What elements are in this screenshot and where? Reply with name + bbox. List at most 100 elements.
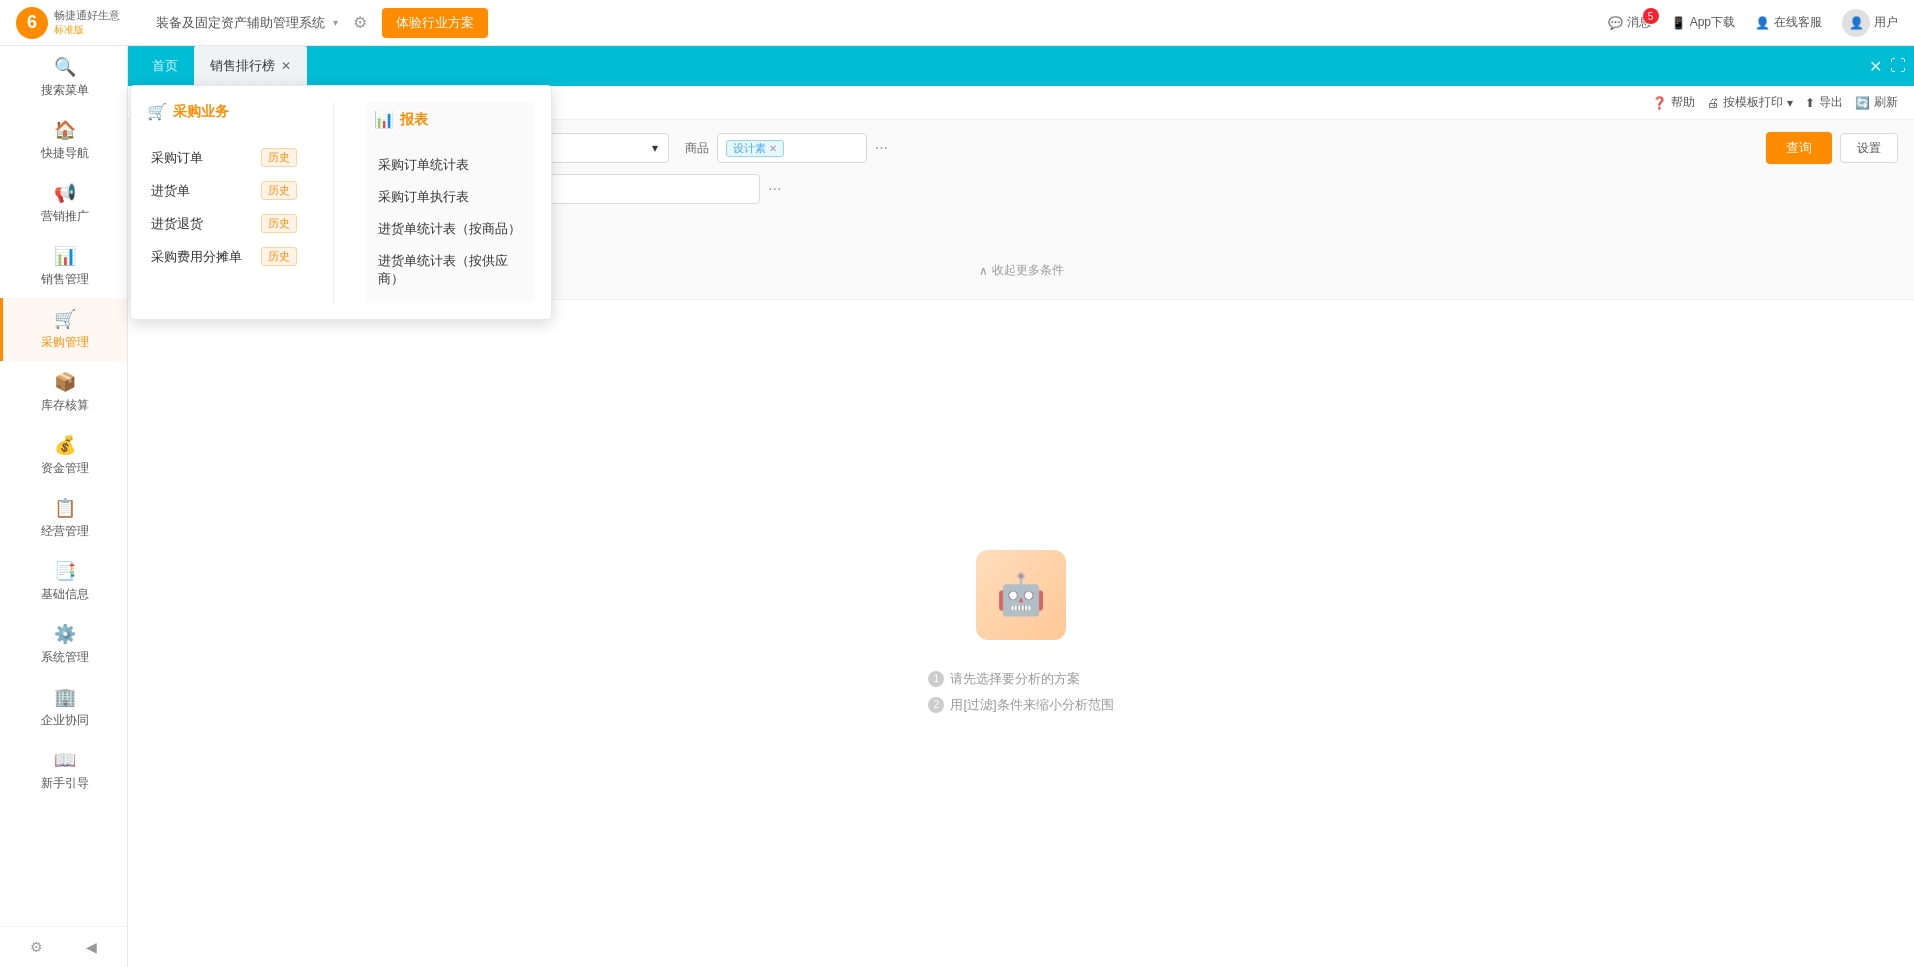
refresh-label: 刷新 [1874,94,1898,111]
expense-label: 采购费用分摊单 [151,248,242,266]
data-area: 🤖 1 请先选择要分析的方案 2 用[过滤]条件来缩小分析范围 [128,300,1914,967]
report-col-title-text: 报表 [400,111,428,129]
marketing-icon: 📢 [54,182,76,204]
dropdown-item-incoming-stats-supplier[interactable]: 进货单统计表（按供应商） [374,245,528,295]
dropdown-item-order-stats[interactable]: 采购订单统计表 [374,149,528,181]
phone-icon: 📱 [1671,16,1686,30]
title-dropdown-icon[interactable]: ▾ [333,17,338,28]
product-tag-text: 设计素 [733,141,766,156]
purchase-col-title-text: 采购业务 [173,103,229,121]
sidebar-item-quick-nav[interactable]: 🏠 快捷导航 [0,109,127,172]
sidebar-item-purchase-label: 采购管理 [41,334,89,351]
sidebar-item-operation[interactable]: 📋 经营管理 [0,487,127,550]
sidebar-item-purchase[interactable]: 🛒 采购管理 [0,298,127,361]
refresh-icon: 🔄 [1855,96,1870,110]
purchase-col: 🛒 采购业务 采购订单 历史 进货单 历史 进货退货 历史 采购费用分摊单 历史 [147,102,301,303]
product-more-btn[interactable]: ··· [875,139,888,157]
service-icon: 👤 [1755,16,1770,30]
message-badge: 5 [1643,8,1659,24]
step-1-num: 1 [928,671,944,687]
print-btn[interactable]: 🖨 按模板打印 ▾ [1707,94,1793,111]
dropdown-item-order-exec[interactable]: 采购订单执行表 [374,181,528,213]
incoming-stats-product-label: 进货单统计表（按商品） [378,220,521,238]
finance-icon: 💰 [54,434,76,456]
tab-close-icon[interactable]: ✕ [281,59,291,73]
order-stats-label: 采购订单统计表 [378,156,469,174]
sidebar: 🔍 搜索菜单 🏠 快捷导航 📢 营销推广 📊 销售管理 🛒 采购管理 📦 库存核… [0,46,128,967]
sidebar-item-sales-label: 销售管理 [41,271,89,288]
collapse-btn[interactable]: ∧ 收起更多条件 [979,262,1064,279]
dropdown-item-incoming[interactable]: 进货单 历史 [147,174,301,207]
export-btn[interactable]: ⬆ 导出 [1805,94,1843,111]
sidebar-item-quick-nav-label: 快捷导航 [41,145,89,162]
sidebar-footer: ⚙ ◀ [0,926,127,967]
message-icon: 💬 [1608,16,1623,30]
sidebar-item-basic-info[interactable]: 📑 基础信息 [0,550,127,613]
message-btn[interactable]: 💬 消息 5 [1608,14,1651,31]
product-input[interactable]: 设计素 ✕ [717,133,867,163]
collapse-up-icon: ∧ [979,264,988,278]
user-label: 用户 [1874,14,1898,31]
sidebar-item-enterprise[interactable]: 🏢 企业协同 [0,676,127,739]
system-title-text: 装备及固定资产辅助管理系统 [156,14,325,32]
report-col-title: 📊 报表 [374,110,528,137]
purchase-order-history-tag: 历史 [261,148,297,167]
sidebar-item-marketing[interactable]: 📢 营销推广 [0,172,127,235]
settings-btn[interactable]: 设置 [1840,133,1898,163]
sidebar-item-guide[interactable]: 📖 新手引导 [0,739,127,802]
sidebar-collapse-btn[interactable]: ◀ [86,939,97,955]
help-label: 帮助 [1671,94,1695,111]
dropdown-item-purchase-order[interactable]: 采购订单 历史 [147,141,301,174]
tab-expand-btn[interactable]: ⛶ [1890,57,1906,75]
dropdown-item-expense[interactable]: 采购费用分摊单 历史 [147,240,301,273]
empty-icon: 🤖 [971,550,1071,650]
incoming-label: 进货单 [151,182,190,200]
avatar: 👤 [1842,9,1870,37]
order-exec-label: 采购订单执行表 [378,188,469,206]
tab-home[interactable]: 首页 [136,46,194,86]
sidebar-item-search-label: 搜索菜单 [41,82,89,99]
sidebar-item-enterprise-label: 企业协同 [41,712,89,729]
online-service-btn[interactable]: 👤 在线客服 [1755,14,1822,31]
help-btn[interactable]: ❓ 帮助 [1652,94,1695,111]
top-header: 6 畅捷通好生意 标准版 装备及固定资产辅助管理系统 ▾ ⚙ 体验行业方案 💬 … [0,0,1914,46]
tab-sales-rank[interactable]: 销售排行榜 ✕ [194,46,307,86]
app-download-btn[interactable]: 📱 App下载 [1671,14,1735,31]
sidebar-item-system-label: 系统管理 [41,649,89,666]
print-label: 按模板打印 [1723,94,1783,111]
system-title: 装备及固定资产辅助管理系统 ▾ ⚙ 体验行业方案 [156,8,1596,38]
sidebar-item-finance-label: 资金管理 [41,460,89,477]
tab-bar: 首页 销售排行榜 ✕ ✕ ⛶ [128,46,1914,86]
sidebar-item-inventory[interactable]: 📦 库存核算 [0,361,127,424]
empty-line2: 用[过滤]条件来缩小分析范围 [950,692,1113,718]
home-icon: 🏠 [54,119,76,141]
industry-btn[interactable]: 体验行业方案 [382,8,488,38]
empty-step-1: 1 请先选择要分析的方案 [928,666,1113,692]
salesperson-more-btn[interactable]: ··· [768,180,781,198]
system-icon: ⚙️ [54,623,76,645]
sidebar-item-finance[interactable]: 💰 资金管理 [0,424,127,487]
logo-icon: 6 [16,7,48,39]
sidebar-item-system[interactable]: ⚙️ 系统管理 [0,613,127,676]
dropdown-item-return[interactable]: 进货退货 历史 [147,207,301,240]
purchase-col-icon: 🛒 [147,102,167,121]
search-icon: 🔍 [54,56,76,78]
tab-close-all-btn[interactable]: ✕ [1869,57,1882,76]
refresh-btn[interactable]: 🔄 刷新 [1855,94,1898,111]
query-btn[interactable]: 查询 [1766,132,1832,164]
sidebar-item-guide-label: 新手引导 [41,775,89,792]
user-btn[interactable]: 👤 用户 [1842,9,1898,37]
guide-icon: 📖 [54,749,76,771]
sidebar-settings-btn[interactable]: ⚙ [30,939,43,955]
sidebar-item-search[interactable]: 🔍 搜索菜单 [0,46,127,109]
dropdown-item-incoming-stats-product[interactable]: 进货单统计表（按商品） [374,213,528,245]
product-tag-close[interactable]: ✕ [769,143,777,154]
purchase-dropdown-menu: 🛒 采购业务 采购订单 历史 进货单 历史 进货退货 历史 采购费用分摊单 历史… [130,85,552,320]
print-dropdown-icon[interactable]: ▾ [1787,96,1793,110]
export-label: 导出 [1819,94,1843,111]
settings-icon-btn[interactable]: ⚙ [346,9,374,37]
dropdown-divider [333,102,334,303]
sidebar-item-marketing-label: 营销推广 [41,208,89,225]
sidebar-item-sales[interactable]: 📊 销售管理 [0,235,127,298]
tab-home-label: 首页 [152,57,178,75]
